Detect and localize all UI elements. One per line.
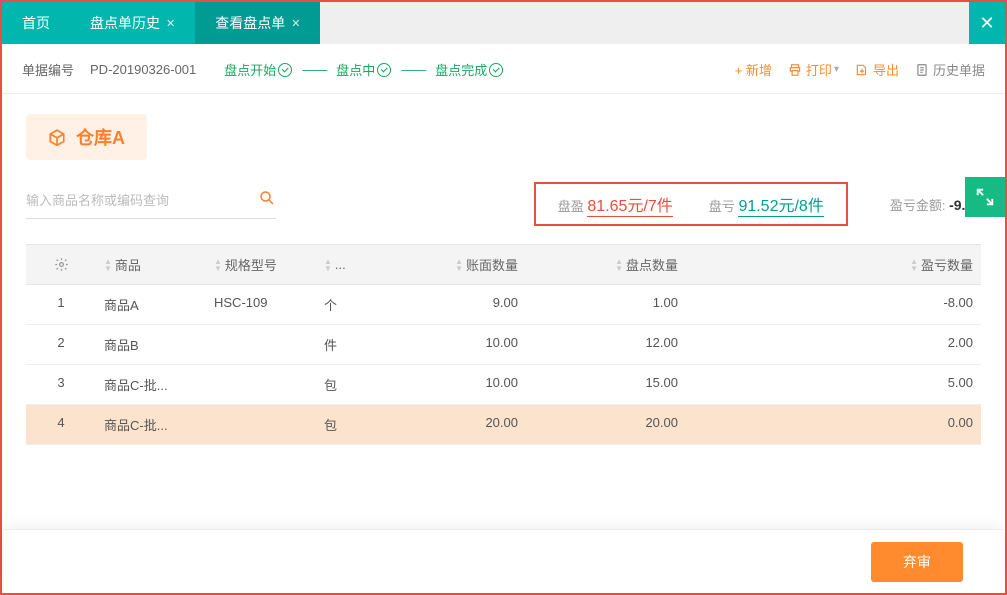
status-divider: —— [401, 62, 425, 77]
row-book: 10.00 [386, 375, 526, 394]
row-spec [206, 335, 316, 354]
status-stepper: 盘点开始 —— 盘点中 —— 盘点完成 [224, 60, 503, 79]
warehouse-name: 仓库A [76, 124, 125, 150]
status-start: 盘点开始 [224, 60, 292, 79]
th-book[interactable]: 账面数量 [386, 255, 526, 274]
row-product: 商品C-批... [96, 375, 206, 394]
gear-icon [54, 257, 69, 272]
abandon-audit-button[interactable]: 弃审 [871, 542, 963, 582]
th-count[interactable]: 盘点数量 [526, 255, 686, 274]
table-header: 商品 规格型号 ... 账面数量 盘点数量 盈亏数量 [26, 244, 981, 285]
metrics-highlight: 盘盈 81.65元/7件 盘亏 91.52元/8件 [534, 182, 848, 226]
export-button[interactable]: 导出 [855, 60, 899, 79]
row-diff: 5.00 [686, 375, 981, 394]
tab-history[interactable]: 盘点单历史 ✕ [70, 2, 195, 44]
row-count: 12.00 [526, 335, 686, 354]
check-circle-icon [278, 63, 292, 77]
row-book: 9.00 [386, 295, 526, 314]
row-unit: 包 [316, 375, 386, 394]
th-product[interactable]: 商品 [96, 255, 206, 274]
th-spec[interactable]: 规格型号 [206, 255, 316, 274]
row-index: 2 [26, 335, 96, 354]
row-index: 1 [26, 295, 96, 314]
chevron-down-icon: ▾ [834, 64, 839, 75]
sort-icon [615, 258, 623, 272]
tab-label: 查看盘点单 [215, 13, 285, 33]
close-icon[interactable]: ✕ [166, 17, 175, 30]
expand-button[interactable] [965, 177, 1005, 217]
row-diff: 2.00 [686, 335, 981, 354]
row-diff: -8.00 [686, 295, 981, 314]
row-book: 10.00 [386, 335, 526, 354]
row-index: 3 [26, 375, 96, 394]
row-book: 20.00 [386, 415, 526, 434]
search-box [26, 189, 276, 219]
row-count: 1.00 [526, 295, 686, 314]
expand-icon [974, 186, 996, 208]
print-button[interactable]: 打印 ▾ [788, 60, 839, 79]
table-row[interactable]: 1商品AHSC-109个9.001.00-8.00 [26, 285, 981, 325]
status-divider: —— [302, 62, 326, 77]
doc-number-value: PD-20190326-001 [90, 62, 196, 77]
loss-label: 盘亏 [709, 199, 735, 214]
bottom-bar: 弃审 [4, 529, 1003, 593]
inventory-table: 商品 规格型号 ... 账面数量 盘点数量 盈亏数量 1商品AHSC-109个9… [26, 244, 981, 445]
history-icon [915, 63, 929, 77]
row-product: 商品B [96, 335, 206, 354]
gain-label: 盘盈 [558, 199, 584, 214]
tabbar-gap [320, 2, 969, 44]
tab-bar: 首页 盘点单历史 ✕ 查看盘点单 ✕ ✕ [2, 2, 1005, 44]
th-unit[interactable]: ... [316, 255, 386, 274]
warehouse-pill: 仓库A [26, 114, 147, 160]
row-product: 商品A [96, 295, 206, 314]
row-spec [206, 415, 316, 434]
settings-column[interactable] [26, 255, 96, 274]
row-spec [206, 375, 316, 394]
row-count: 15.00 [526, 375, 686, 394]
loss-value[interactable]: 91.52元/8件 [738, 198, 823, 217]
status-mid: 盘点中 [336, 60, 391, 79]
doc-number-label: 单据编号 [22, 60, 74, 79]
sort-icon [324, 258, 332, 272]
check-circle-icon [377, 63, 391, 77]
search-input[interactable] [26, 193, 248, 208]
sort-icon [910, 258, 918, 272]
sort-icon [104, 258, 112, 272]
tabbar-close-button[interactable]: ✕ [969, 2, 1005, 44]
history-button[interactable]: 历史单据 [915, 60, 985, 79]
row-unit: 个 [316, 295, 386, 314]
tab-label: 盘点单历史 [90, 13, 160, 33]
add-button[interactable]: + 新增 [735, 60, 772, 79]
table-row[interactable]: 4商品C-批...包20.0020.000.00 [26, 405, 981, 445]
toolbar: 单据编号 PD-20190326-001 盘点开始 —— 盘点中 —— 盘点完成… [2, 44, 1005, 94]
row-spec: HSC-109 [206, 295, 316, 314]
row-unit: 件 [316, 335, 386, 354]
search-icon[interactable] [258, 189, 276, 212]
printer-icon [788, 63, 802, 77]
box-icon [48, 128, 66, 146]
row-diff: 0.00 [686, 415, 981, 434]
gain-value[interactable]: 81.65元/7件 [587, 198, 672, 217]
table-row[interactable]: 2商品B 件10.0012.002.00 [26, 325, 981, 365]
tab-home[interactable]: 首页 [2, 2, 70, 44]
tab-label: 首页 [22, 13, 50, 33]
row-product: 商品C-批... [96, 415, 206, 434]
check-circle-icon [489, 63, 503, 77]
row-unit: 包 [316, 415, 386, 434]
tab-view-inventory[interactable]: 查看盘点单 ✕ [195, 2, 320, 44]
row-count: 20.00 [526, 415, 686, 434]
table-row[interactable]: 3商品C-批... 包10.0015.005.00 [26, 365, 981, 405]
row-index: 4 [26, 415, 96, 434]
sort-icon [214, 258, 222, 272]
sort-icon [455, 258, 463, 272]
th-diff[interactable]: 盈亏数量 [686, 255, 981, 274]
content: 仓库A 盘盈 81.65元/7件 盘亏 91.52元/8件 [2, 94, 1005, 445]
close-icon[interactable]: ✕ [291, 17, 300, 30]
export-icon [855, 63, 869, 77]
status-done: 盘点完成 [435, 60, 503, 79]
